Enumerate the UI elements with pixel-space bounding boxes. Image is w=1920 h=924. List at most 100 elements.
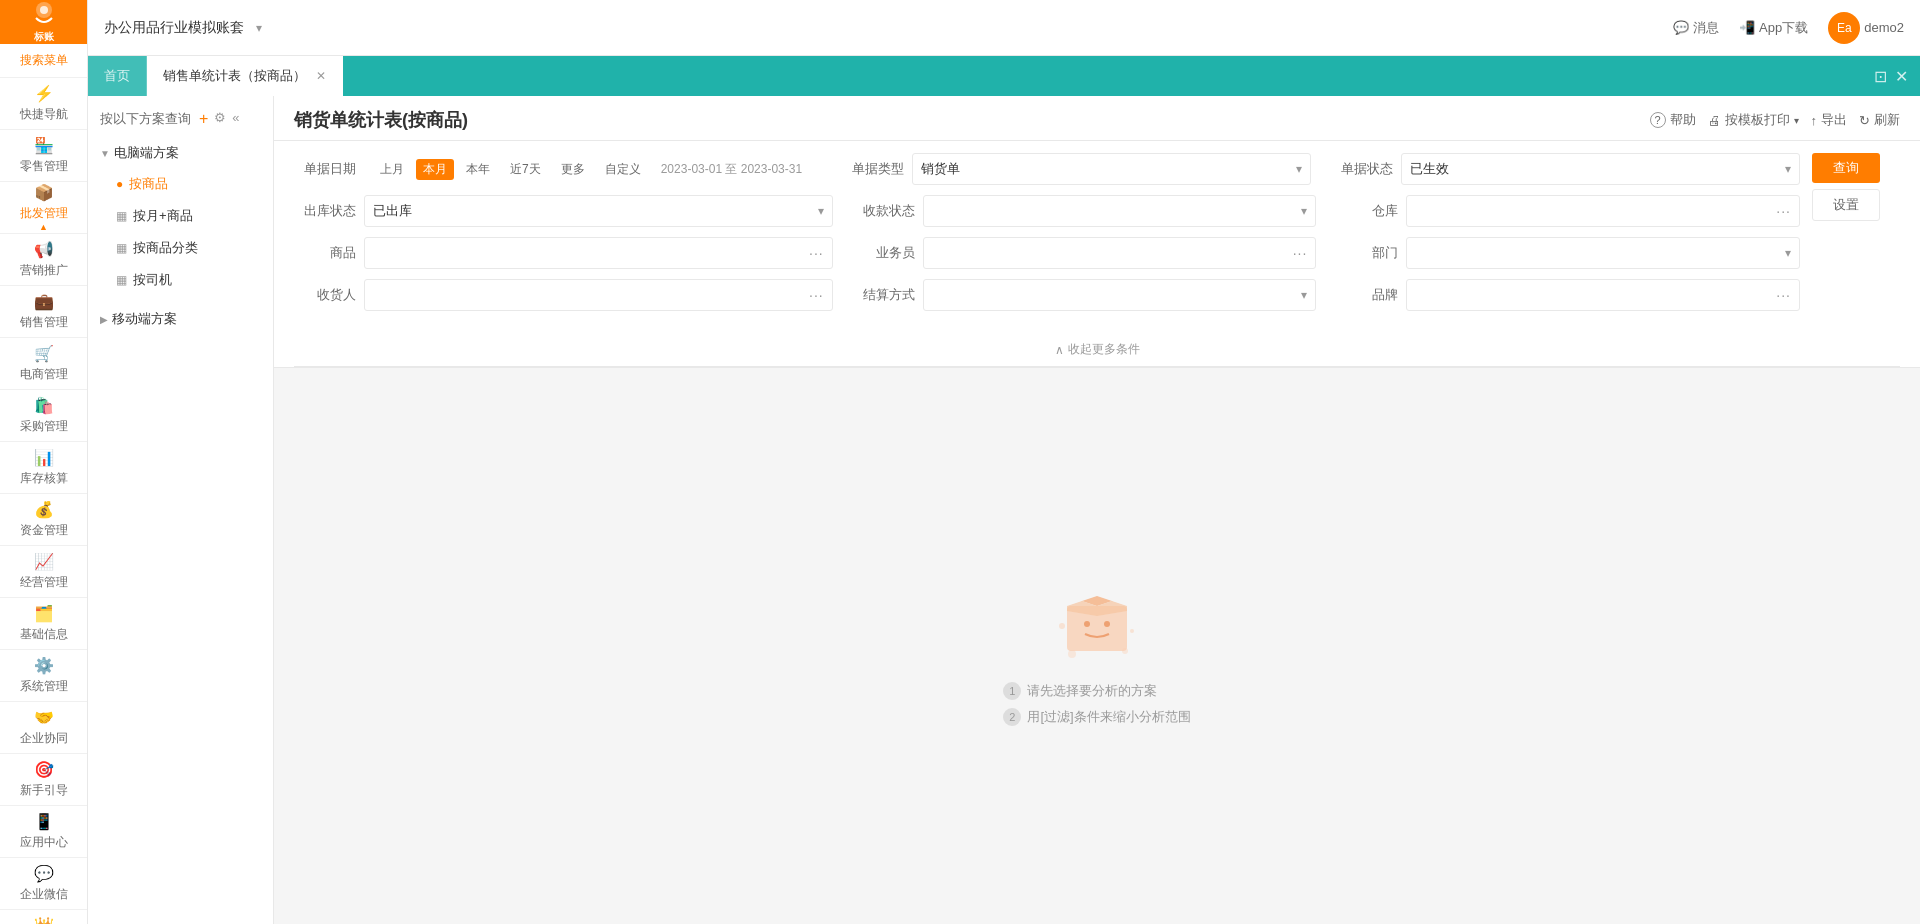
help-btn[interactable]: ? 帮助 <box>1650 111 1696 129</box>
receiver-control[interactable]: ··· <box>364 279 833 311</box>
refresh-btn[interactable]: ↻ 刷新 <box>1859 111 1900 129</box>
sidebar-item-sales[interactable]: 💼 销售管理 <box>0 286 87 338</box>
doc-type-control[interactable]: 销货单 ▾ <box>912 153 1311 185</box>
hint-text-1: 请先选择要分析的方案 <box>1027 682 1157 700</box>
this-month-btn[interactable]: 本月 <box>416 159 454 180</box>
by-month-product-icon: ▦ <box>116 209 127 223</box>
settings-btn[interactable]: 设置 <box>1812 189 1880 221</box>
sidebar-item-system[interactable]: ⚙️ 系统管理 <box>0 650 87 702</box>
warehouse-label: 仓库 <box>1336 202 1406 220</box>
doc-status-control[interactable]: 已生效 ▾ <box>1401 153 1800 185</box>
page-title: 销货单统计表(按商品) <box>294 108 468 132</box>
app-download-icon: 📲 <box>1739 20 1755 35</box>
refresh-label: 刷新 <box>1874 111 1900 129</box>
export-btn[interactable]: ↑ 导出 <box>1811 111 1848 129</box>
sidebar-item-enterprise[interactable]: 🤝 企业协同 <box>0 702 87 754</box>
sidebar-item-marketing[interactable]: 📢 营销推广 <box>0 234 87 286</box>
warehouse-control[interactable]: ··· <box>1406 195 1800 227</box>
product-control[interactable]: ··· <box>364 237 833 269</box>
sidebar-quick-nav[interactable]: ⚡ 快捷导航 <box>0 78 87 130</box>
last-month-btn[interactable]: 上月 <box>372 159 412 180</box>
receipt-status-control[interactable]: ▾ <box>923 195 1317 227</box>
message-btn[interactable]: 💬 消息 <box>1673 19 1719 37</box>
sidebar-item-basic[interactable]: 🗂️ 基础信息 <box>0 598 87 650</box>
empty-hint-2: 2 用[过滤]条件来缩小分析范围 <box>1003 708 1190 726</box>
scheme-by-product[interactable]: ● 按商品 <box>88 168 273 200</box>
svg-point-5 <box>1084 621 1090 627</box>
sidebar-corpwechat-label: 企业微信 <box>20 886 68 903</box>
user-btn[interactable]: Ea demo2 <box>1828 12 1904 44</box>
tab-home[interactable]: 首页 <box>88 56 147 96</box>
sidebar-item-member[interactable]: 👑 畅会员 <box>0 910 87 924</box>
doc-status-value: 已生效 <box>1410 160 1785 178</box>
by-customer-label: 按司机 <box>133 271 172 289</box>
top-nav-left: 办公用品行业模拟账套 ▾ <box>104 19 262 37</box>
ecommerce-icon: 🛒 <box>34 344 54 363</box>
sidebar-basic-label: 基础信息 <box>20 626 68 643</box>
collapse-btn[interactable]: ∧ 收起更多条件 <box>1055 341 1140 358</box>
app-download-label: App下载 <box>1759 19 1808 37</box>
wholesale-icon: 📦 <box>34 183 54 202</box>
scheme-by-customer[interactable]: ▦ 按司机 <box>88 264 273 296</box>
receipt-status-arrow: ▾ <box>1301 204 1307 218</box>
sidebar-wholesale-label: 批发管理 <box>20 205 68 222</box>
scheme-by-month-product[interactable]: ▦ 按月+商品 <box>88 200 273 232</box>
print-dropdown-arrow[interactable]: ▾ <box>1794 115 1799 126</box>
mobile-scheme-parent[interactable]: ▶ 移动端方案 <box>88 304 273 334</box>
date-shortcuts: 上月 本月 本年 近7天 更多 自定义 <box>372 159 649 180</box>
sidebar-item-appcenter[interactable]: 📱 应用中心 <box>0 806 87 858</box>
retail-icon: 🏪 <box>34 136 54 155</box>
collapse-arrow-icon: ∧ <box>1055 343 1064 357</box>
this-year-btn[interactable]: 本年 <box>458 159 498 180</box>
left-panel-header: 按以下方案查询 + ⚙ « <box>88 104 273 134</box>
svg-point-8 <box>1130 629 1134 633</box>
salesman-control[interactable]: ··· <box>923 237 1317 269</box>
avatar-text: Ea <box>1837 21 1852 35</box>
query-btn[interactable]: 查询 <box>1812 153 1880 183</box>
out-status-control[interactable]: 已出库 ▾ <box>364 195 833 227</box>
tab-report[interactable]: 销售单统计表（按商品） ✕ <box>147 56 343 96</box>
sidebar-item-corpwechat[interactable]: 💬 企业微信 <box>0 858 87 910</box>
inventory-icon: 📊 <box>34 448 54 467</box>
app-title-dropdown[interactable]: ▾ <box>256 21 262 35</box>
by-month-product-label: 按月+商品 <box>133 207 193 225</box>
left-panel-title: 按以下方案查询 <box>100 110 191 128</box>
last-7-days-btn[interactable]: 近7天 <box>502 159 549 180</box>
tabs-bar: 首页 销售单统计表（按商品） ✕ ⊡ ✕ <box>88 56 1920 96</box>
dept-control[interactable]: ▾ <box>1406 237 1800 269</box>
sidebar-item-finance[interactable]: 💰 资金管理 <box>0 494 87 546</box>
desktop-scheme-parent[interactable]: ▼ 电脑端方案 <box>88 138 273 168</box>
scheme-by-category[interactable]: ▦ 按商品分类 <box>88 232 273 264</box>
sidebar-system-label: 系统管理 <box>20 678 68 695</box>
custom-btn[interactable]: 自定义 <box>597 159 649 180</box>
tab-close-btn[interactable]: ✕ <box>316 69 326 83</box>
top-nav: 办公用品行业模拟账套 ▾ 💬 消息 📲 App下载 Ea demo2 <box>88 0 1920 56</box>
settlement-control[interactable]: ▾ <box>923 279 1317 311</box>
sidebar-quick-nav-label: 快捷导航 <box>20 106 68 123</box>
template-print-btn[interactable]: 🖨 按模板打印 ▾ <box>1708 111 1799 129</box>
sidebar-item-newguide[interactable]: 🎯 新手引导 <box>0 754 87 806</box>
more-btn[interactable]: 更多 <box>553 159 593 180</box>
sidebar-item-ecommerce[interactable]: 🛒 电商管理 <box>0 338 87 390</box>
brand-control[interactable]: ··· <box>1406 279 1800 311</box>
data-area: 1 请先选择要分析的方案 2 用[过滤]条件来缩小分析范围 <box>274 368 1920 924</box>
app-download-btn[interactable]: 📲 App下载 <box>1739 19 1808 37</box>
sidebar-marketing-label: 营销推广 <box>20 262 68 279</box>
add-scheme-btn[interactable]: + <box>199 110 208 128</box>
by-category-icon: ▦ <box>116 241 127 255</box>
sidebar-item-wholesale[interactable]: 📦 批发管理 ▲ <box>0 182 87 234</box>
restore-window-btn[interactable]: ⊡ <box>1874 67 1887 86</box>
panel-collapse-btn[interactable]: « <box>232 110 239 128</box>
sidebar-item-purchase[interactable]: 🛍️ 采购管理 <box>0 390 87 442</box>
close-window-btn[interactable]: ✕ <box>1895 67 1908 86</box>
left-panel: 按以下方案查询 + ⚙ « ▼ 电脑端方案 ● 按商品 ▦ 按月 <box>88 96 274 924</box>
sidebar-purchase-label: 采购管理 <box>20 418 68 435</box>
settlement-arrow: ▾ <box>1301 288 1307 302</box>
sidebar-item-operation[interactable]: 📈 经营管理 <box>0 546 87 598</box>
sidebar-item-retail[interactable]: 🏪 零售管理 <box>0 130 87 182</box>
sidebar-item-inventory[interactable]: 📊 库存核算 <box>0 442 87 494</box>
search-menu[interactable]: 搜索菜单 <box>0 44 87 78</box>
scheme-settings-btn[interactable]: ⚙ <box>214 110 226 128</box>
product-label: 商品 <box>294 244 364 262</box>
marketing-icon: 📢 <box>34 240 54 259</box>
